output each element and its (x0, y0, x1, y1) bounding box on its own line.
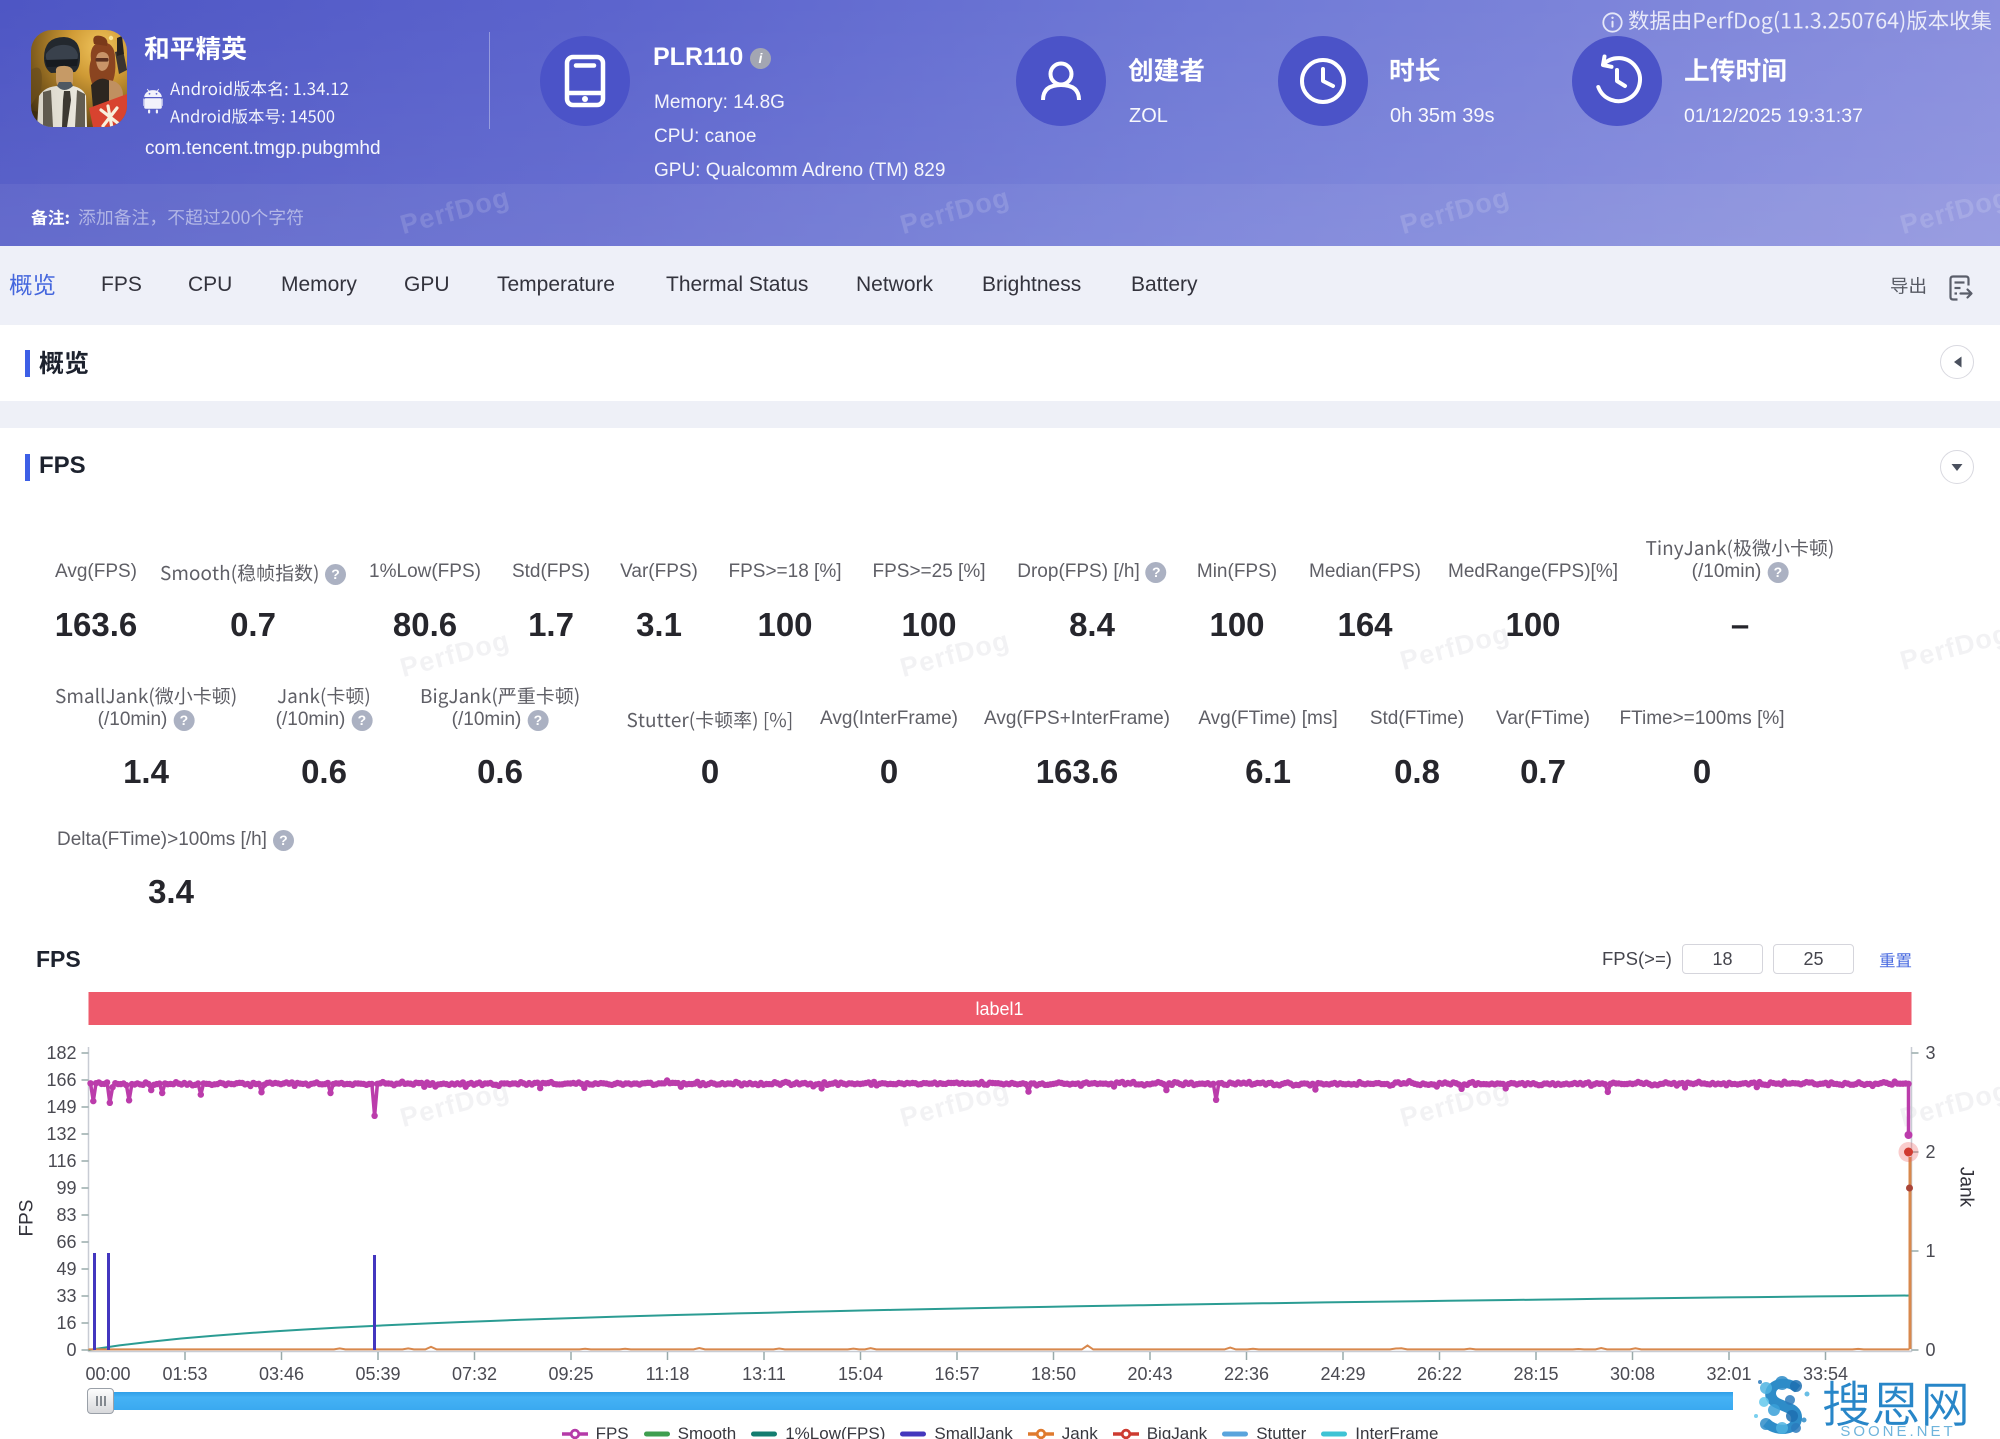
svg-text:label1: label1 (975, 999, 1023, 1019)
svg-text:22:36: 22:36 (1224, 1364, 1269, 1384)
svg-text:07:32: 07:32 (452, 1364, 497, 1384)
svg-text:20:43: 20:43 (1127, 1364, 1172, 1384)
svg-text:49: 49 (56, 1259, 76, 1279)
svg-text:32:01: 32:01 (1706, 1364, 1751, 1384)
svg-text:00:00: 00:00 (85, 1364, 130, 1384)
svg-text:30:08: 30:08 (1610, 1364, 1655, 1384)
svg-text:11:18: 11:18 (646, 1364, 690, 1384)
svg-text:3: 3 (1926, 1043, 1936, 1063)
svg-text:05:39: 05:39 (355, 1364, 400, 1384)
svg-text:166: 166 (46, 1070, 76, 1090)
svg-text:01:53: 01:53 (162, 1364, 207, 1384)
svg-text:18:50: 18:50 (1031, 1364, 1076, 1384)
svg-text:83: 83 (56, 1205, 76, 1225)
svg-text:116: 116 (48, 1151, 77, 1171)
svg-text:132: 132 (46, 1124, 76, 1144)
svg-text:SOONE.NET: SOONE.NET (1840, 1423, 1955, 1439)
svg-text:0: 0 (66, 1340, 76, 1360)
svg-text:16:57: 16:57 (934, 1364, 979, 1384)
svg-text:0: 0 (1926, 1340, 1936, 1360)
svg-text:24:29: 24:29 (1320, 1364, 1365, 1384)
svg-text:182: 182 (46, 1043, 76, 1063)
svg-text:13:11: 13:11 (742, 1364, 786, 1384)
svg-text:26:22: 26:22 (1417, 1364, 1462, 1384)
svg-text:28:15: 28:15 (1513, 1364, 1558, 1384)
svg-text:09:25: 09:25 (548, 1364, 593, 1384)
svg-text:66: 66 (56, 1232, 76, 1252)
svg-text:99: 99 (56, 1178, 76, 1198)
svg-text:1: 1 (1926, 1241, 1936, 1261)
svg-text:03:46: 03:46 (259, 1364, 304, 1384)
svg-text:2: 2 (1926, 1142, 1936, 1162)
svg-text:149: 149 (46, 1097, 76, 1117)
svg-text:Jank: Jank (1956, 1167, 1977, 1208)
svg-text:15:04: 15:04 (838, 1364, 883, 1384)
svg-text:FPS: FPS (17, 1200, 38, 1237)
svg-text:16: 16 (56, 1313, 76, 1333)
svg-text:33: 33 (56, 1286, 76, 1306)
